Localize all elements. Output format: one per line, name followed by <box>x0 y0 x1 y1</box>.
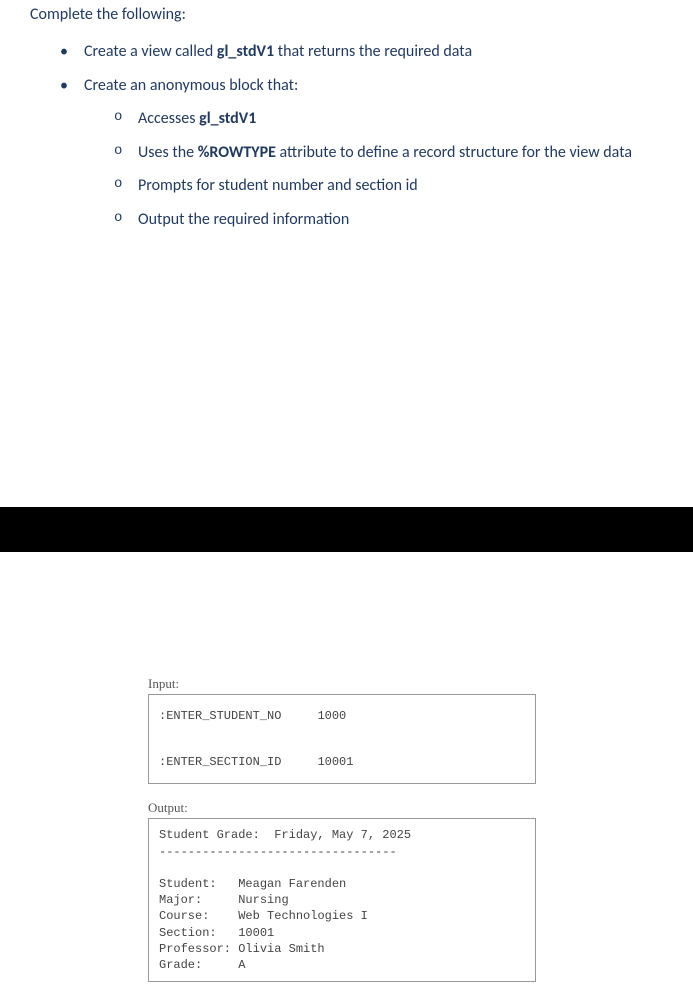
sub-3-text: Prompts for student number and section i… <box>138 176 418 195</box>
main-bullet-list: Create a view called gl_stdV1 that retur… <box>30 39 663 233</box>
out-grade-label: Grade: <box>159 958 202 972</box>
input-student-value: 1000 <box>317 709 346 723</box>
out-major-value: Nursing <box>238 893 288 907</box>
sub-item-1: Accesses gl_stdV1 <box>114 106 663 132</box>
bullet-1-pre: Create a view called <box>84 42 217 61</box>
sub-1-pre: Accesses <box>138 109 199 128</box>
bullet-1-bold: gl_stdV1 <box>217 42 274 61</box>
sub-2-bold: %ROWTYPE <box>198 143 276 162</box>
intro-text: Complete the following: <box>30 5 663 24</box>
bullet-2-text: Create an anonymous block that: <box>84 76 298 95</box>
out-professor-label: Professor: <box>159 942 231 956</box>
output-title: Student Grade: Friday, May 7, 2025 <box>159 828 411 842</box>
bullet-item-1: Create a view called gl_stdV1 that retur… <box>60 39 663 65</box>
output-box: Student Grade: Friday, May 7, 2025 -----… <box>148 818 536 982</box>
out-professor-value: Olivia Smith <box>238 942 324 956</box>
sub-item-2: Uses the %ROWTYPE attribute to define a … <box>114 140 663 166</box>
out-major-label: Major: <box>159 893 202 907</box>
sub-4-text: Output the required information <box>138 210 349 229</box>
input-section-value: 10001 <box>317 755 353 769</box>
input-box: :ENTER_STUDENT_NO 1000 :ENTER_SECTION_ID… <box>148 694 536 784</box>
input-heading: Input: <box>148 676 536 692</box>
bullet-item-2: Create an anonymous block that: Accesses… <box>60 73 663 233</box>
out-student-label: Student: <box>159 877 217 891</box>
output-heading: Output: <box>148 800 536 816</box>
out-grade-value: A <box>238 958 245 972</box>
sub-2-pre: Uses the <box>138 143 198 162</box>
io-section: Input: :ENTER_STUDENT_NO 1000 :ENTER_SEC… <box>148 676 536 998</box>
sub-2-post: attribute to define a record structure f… <box>276 143 632 162</box>
output-divider: --------------------------------- <box>159 845 397 859</box>
black-divider-bar <box>0 507 693 552</box>
out-student-value: Meagan Farenden <box>238 877 346 891</box>
out-section-label: Section: <box>159 926 217 940</box>
input-student-label: :ENTER_STUDENT_NO <box>159 709 281 723</box>
sub-item-3: Prompts for student number and section i… <box>114 173 663 199</box>
out-section-value: 10001 <box>238 926 274 940</box>
sub-1-bold: gl_stdV1 <box>199 109 256 128</box>
bullet-1-post: that returns the required data <box>274 42 472 61</box>
out-course-label: Course: <box>159 909 209 923</box>
out-course-value: Web Technologies I <box>238 909 368 923</box>
input-section-label: :ENTER_SECTION_ID <box>159 755 281 769</box>
instructions-section: Complete the following: Create a view ca… <box>0 0 693 233</box>
sub-item-4: Output the required information <box>114 207 663 233</box>
sub-bullet-list: Accesses gl_stdV1 Uses the %ROWTYPE attr… <box>84 106 663 232</box>
